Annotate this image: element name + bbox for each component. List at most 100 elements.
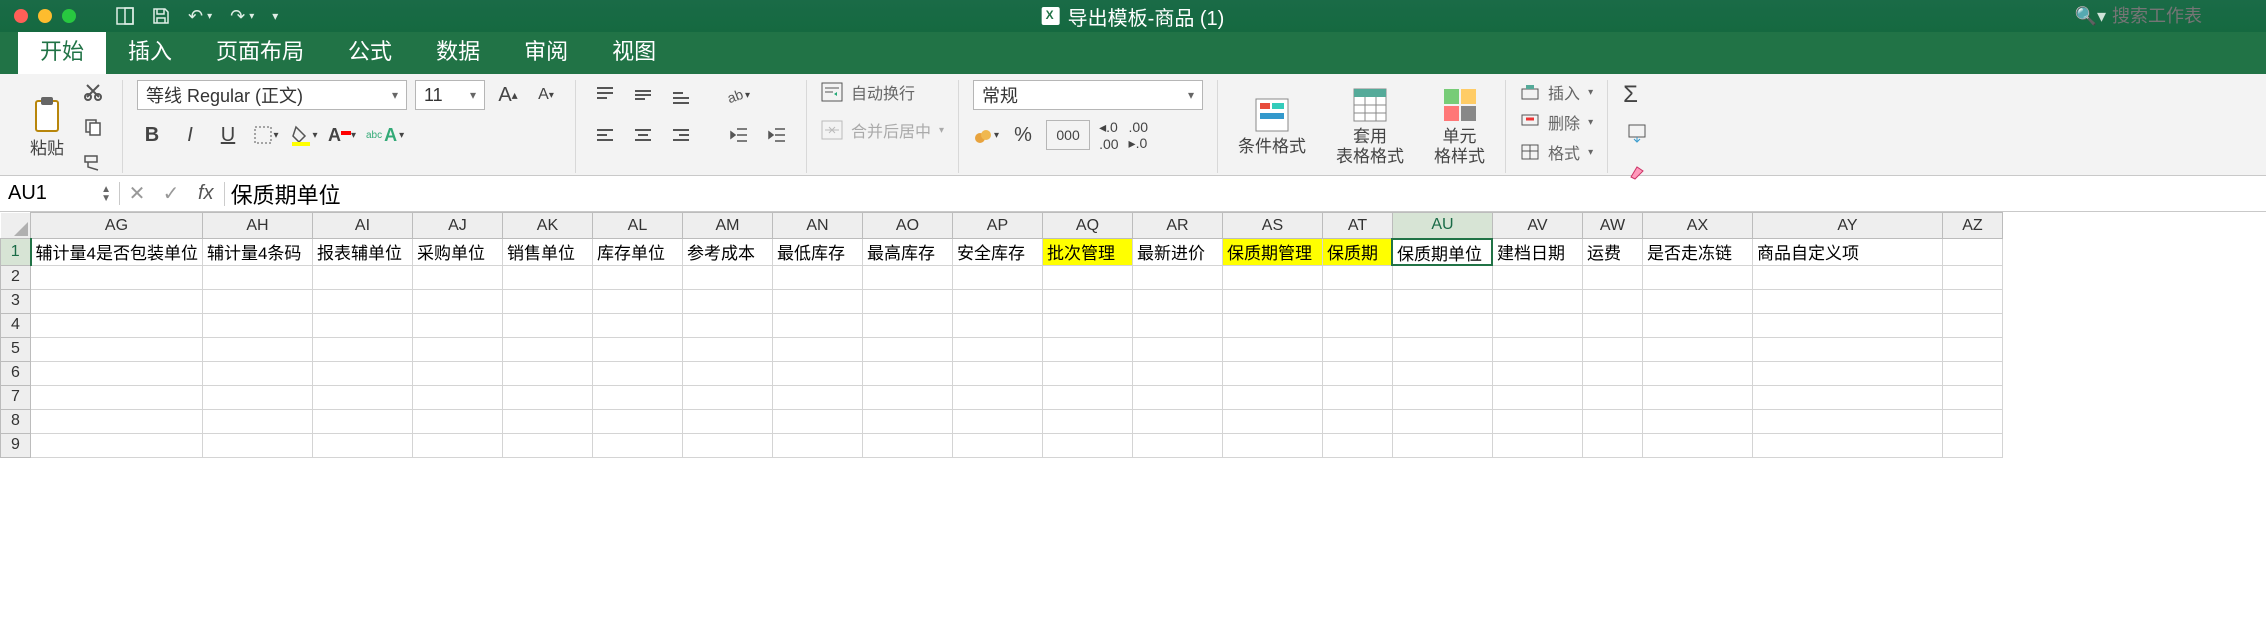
cell[interactable] bbox=[1132, 361, 1222, 385]
row-header[interactable]: 5 bbox=[1, 337, 31, 361]
cell[interactable]: 辅计量4是否包装单位 bbox=[31, 239, 203, 266]
cell[interactable] bbox=[682, 409, 772, 433]
cell[interactable] bbox=[1392, 289, 1492, 313]
cell[interactable] bbox=[1582, 361, 1642, 385]
decrease-decimal-button[interactable]: .00▸.0 bbox=[1128, 120, 1149, 150]
autosum-button[interactable]: Σ bbox=[1622, 80, 1639, 110]
row-header[interactable]: 1 bbox=[1, 239, 31, 266]
cell[interactable] bbox=[1042, 313, 1132, 337]
cell[interactable] bbox=[952, 289, 1042, 313]
cell[interactable] bbox=[1492, 385, 1582, 409]
cut-button[interactable] bbox=[78, 76, 108, 106]
cell[interactable] bbox=[952, 361, 1042, 385]
cell[interactable] bbox=[1752, 289, 1942, 313]
cell[interactable] bbox=[1222, 265, 1322, 289]
cell[interactable] bbox=[772, 433, 862, 457]
column-header[interactable]: AJ bbox=[412, 213, 502, 239]
cell[interactable] bbox=[952, 313, 1042, 337]
cell[interactable] bbox=[1322, 409, 1392, 433]
cell[interactable] bbox=[682, 361, 772, 385]
cell[interactable] bbox=[202, 313, 312, 337]
cell[interactable] bbox=[202, 385, 312, 409]
column-header[interactable]: AN bbox=[772, 213, 862, 239]
cell[interactable] bbox=[772, 385, 862, 409]
cell[interactable] bbox=[1752, 313, 1942, 337]
cell[interactable] bbox=[1582, 433, 1642, 457]
cell[interactable] bbox=[502, 337, 592, 361]
cell[interactable] bbox=[1642, 385, 1752, 409]
cell[interactable] bbox=[1392, 385, 1492, 409]
orientation-button[interactable]: ab▾ bbox=[724, 80, 751, 110]
tab-home[interactable]: 开始 bbox=[18, 26, 106, 74]
cell[interactable] bbox=[1132, 289, 1222, 313]
column-header[interactable]: AY bbox=[1752, 213, 1942, 239]
cell[interactable] bbox=[1492, 313, 1582, 337]
cell[interactable]: 最高库存 bbox=[862, 239, 952, 266]
worksheet-grid[interactable]: AGAHAIAJAKALAMANAOAPAQARASATAUAVAWAXAYAZ… bbox=[0, 212, 2266, 458]
name-box-stepper[interactable]: ▲▼ bbox=[101, 185, 111, 203]
cell[interactable] bbox=[1942, 265, 2002, 289]
search-box[interactable]: 🔍▾ bbox=[2075, 6, 2252, 27]
cell[interactable] bbox=[1942, 337, 2002, 361]
column-header[interactable]: AI bbox=[312, 213, 412, 239]
align-middle-button[interactable] bbox=[628, 80, 658, 110]
tab-data[interactable]: 数据 bbox=[414, 26, 502, 74]
cell[interactable] bbox=[772, 361, 862, 385]
cell[interactable] bbox=[1322, 361, 1392, 385]
format-cells-button[interactable]: 格式▾ bbox=[1520, 140, 1593, 164]
cell[interactable] bbox=[1132, 385, 1222, 409]
cell[interactable] bbox=[312, 385, 412, 409]
column-header[interactable]: AP bbox=[952, 213, 1042, 239]
cell[interactable] bbox=[31, 409, 203, 433]
cell[interactable] bbox=[202, 265, 312, 289]
cell[interactable] bbox=[952, 265, 1042, 289]
search-input[interactable] bbox=[2112, 6, 2252, 27]
cell[interactable] bbox=[1392, 313, 1492, 337]
cell[interactable] bbox=[31, 361, 203, 385]
cell[interactable] bbox=[862, 433, 952, 457]
cell[interactable] bbox=[1132, 409, 1222, 433]
cell[interactable] bbox=[1042, 289, 1132, 313]
row-header[interactable]: 7 bbox=[1, 385, 31, 409]
customize-qat[interactable]: ▾ bbox=[272, 9, 278, 23]
cell[interactable] bbox=[952, 409, 1042, 433]
format-painter-button[interactable] bbox=[78, 148, 108, 178]
cell[interactable] bbox=[1392, 361, 1492, 385]
cell[interactable] bbox=[412, 361, 502, 385]
cell[interactable] bbox=[952, 433, 1042, 457]
column-header[interactable]: AX bbox=[1642, 213, 1752, 239]
cell[interactable]: 报表辅单位 bbox=[312, 239, 412, 266]
increase-decimal-button[interactable]: ◂.0.00 bbox=[1098, 120, 1119, 150]
cell[interactable]: 运费 bbox=[1582, 239, 1642, 266]
wrap-text-button[interactable]: 自动换行 bbox=[821, 80, 915, 104]
cell[interactable] bbox=[202, 433, 312, 457]
cell[interactable] bbox=[412, 433, 502, 457]
cell[interactable] bbox=[592, 361, 682, 385]
row-header[interactable]: 4 bbox=[1, 313, 31, 337]
cell[interactable] bbox=[682, 433, 772, 457]
cell[interactable] bbox=[1582, 289, 1642, 313]
cell[interactable]: 保质期 bbox=[1322, 239, 1392, 266]
fill-button[interactable] bbox=[1622, 118, 1652, 148]
cell[interactable]: 最低库存 bbox=[772, 239, 862, 266]
cell[interactable] bbox=[1752, 433, 1942, 457]
cell[interactable]: 是否走冻链 bbox=[1642, 239, 1752, 266]
cell[interactable] bbox=[412, 409, 502, 433]
cell-styles-button[interactable]: 单元 格样式 bbox=[1428, 85, 1491, 168]
cell[interactable] bbox=[862, 409, 952, 433]
autosave-icon[interactable] bbox=[116, 7, 134, 25]
cell[interactable] bbox=[682, 289, 772, 313]
cell[interactable] bbox=[1582, 265, 1642, 289]
decrease-indent-button[interactable] bbox=[724, 120, 754, 150]
cell[interactable]: 建档日期 bbox=[1492, 239, 1582, 266]
cell[interactable] bbox=[1042, 361, 1132, 385]
cell[interactable] bbox=[592, 337, 682, 361]
column-header[interactable]: AM bbox=[682, 213, 772, 239]
cell[interactable] bbox=[862, 361, 952, 385]
cell[interactable] bbox=[1752, 385, 1942, 409]
cell[interactable]: 批次管理 bbox=[1042, 239, 1132, 266]
cell[interactable] bbox=[772, 289, 862, 313]
cell[interactable] bbox=[1322, 265, 1392, 289]
cell[interactable] bbox=[1942, 313, 2002, 337]
minimize-window-button[interactable] bbox=[38, 9, 52, 23]
